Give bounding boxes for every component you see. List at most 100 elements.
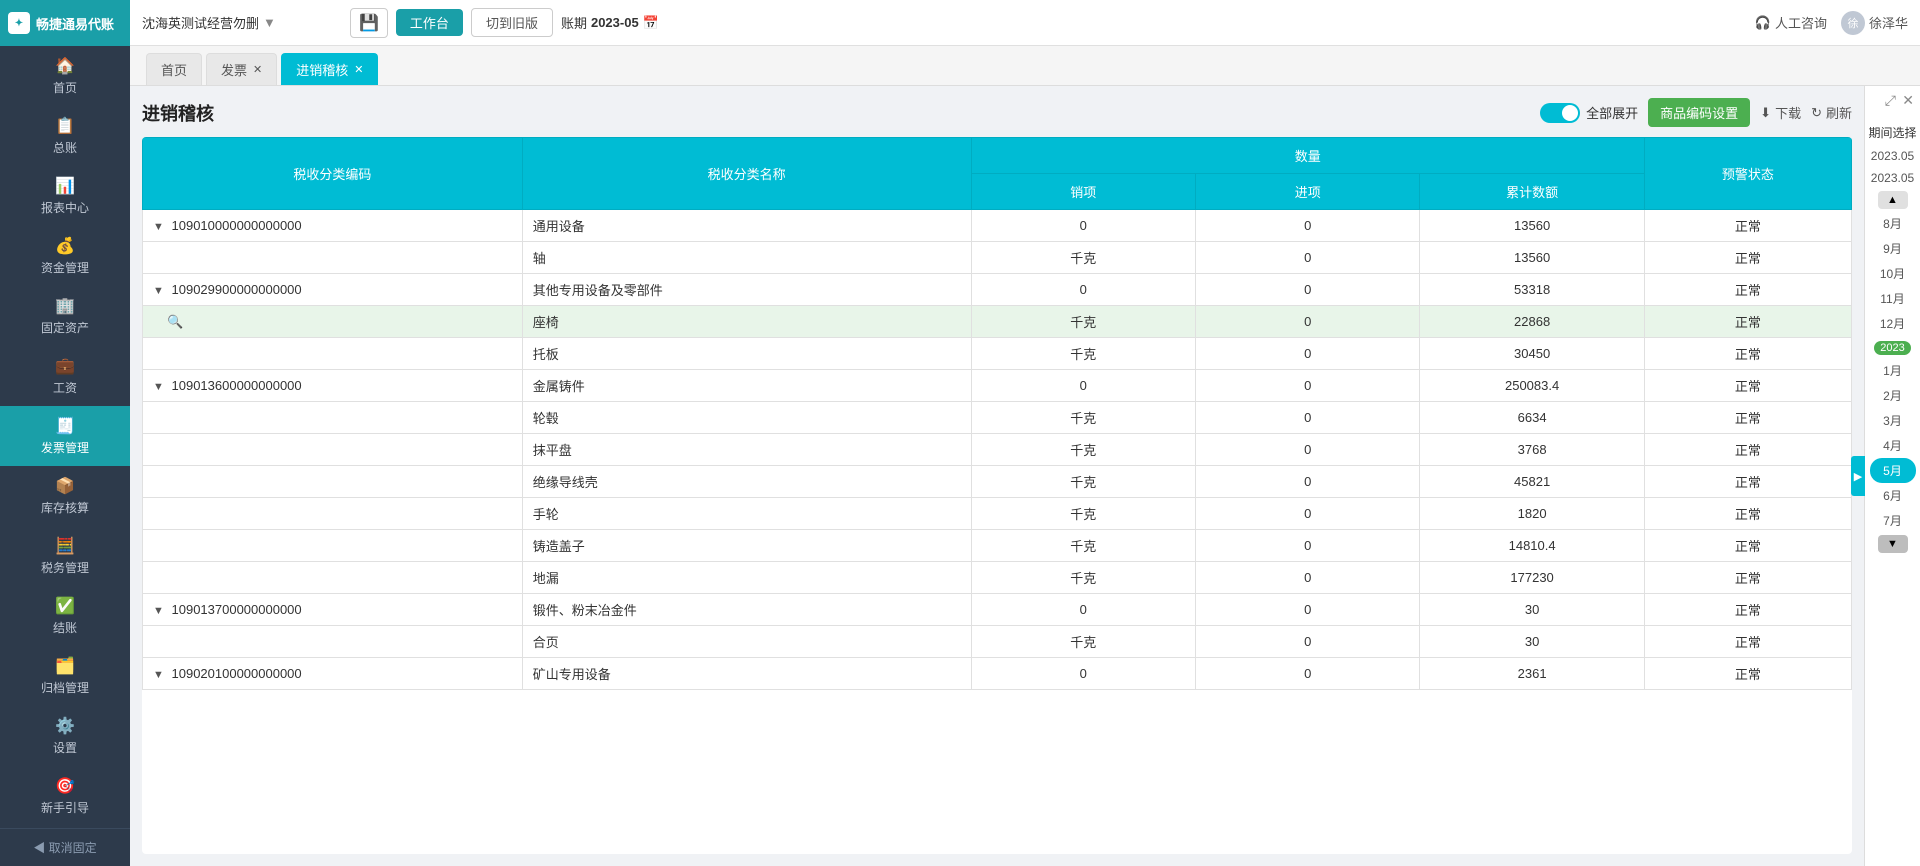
download-button[interactable]: ⬇ 下载 bbox=[1760, 103, 1801, 122]
cell-total: 1820 bbox=[1420, 498, 1644, 530]
period-item[interactable]: 6月 bbox=[1870, 483, 1916, 508]
cell-total: 6634 bbox=[1420, 402, 1644, 434]
page-title: 进销稽核 bbox=[142, 100, 214, 126]
expand-icon[interactable]: ▼ bbox=[153, 221, 164, 233]
period-item[interactable]: 2月 bbox=[1870, 383, 1916, 408]
table-row: 托板 千克 0 30450 正常 bbox=[143, 338, 1852, 370]
tab-purchase-sales-check-close[interactable]: ✕ bbox=[354, 63, 363, 76]
table-row: ▼ 109013600000000000 金属铸件 0 0 250083.4 正… bbox=[143, 370, 1852, 402]
tab-invoice[interactable]: 发票 ✕ bbox=[206, 53, 277, 85]
company-selector[interactable]: 沈海英测试经营勿删 ▼ bbox=[142, 13, 342, 32]
col-sales: 销项 bbox=[971, 174, 1195, 210]
product-code-settings-button[interactable]: 商品编码设置 bbox=[1648, 98, 1750, 127]
period-item[interactable]: 2023.05 bbox=[1870, 145, 1916, 167]
panel-toggle-button[interactable]: ▶ bbox=[1851, 456, 1865, 496]
cell-sales: 0 bbox=[1196, 530, 1420, 562]
sidebar-item-closing[interactable]: ✅ 结账 bbox=[0, 586, 130, 646]
period-item[interactable]: 9月 bbox=[1870, 236, 1916, 261]
cell-total: 45821 bbox=[1420, 466, 1644, 498]
cell-tax-code bbox=[143, 498, 523, 530]
period-item-active[interactable]: 5月 bbox=[1870, 458, 1916, 483]
period-panel-label: 期间选择 bbox=[1868, 120, 1916, 145]
period-item[interactable]: 3月 bbox=[1870, 408, 1916, 433]
cell-status: 正常 bbox=[1644, 434, 1851, 466]
period-item[interactable]: 11月 bbox=[1870, 286, 1916, 311]
period-item[interactable]: 10月 bbox=[1870, 261, 1916, 286]
fixed-assets-icon: 🏢 bbox=[55, 296, 75, 316]
cell-total: 250083.4 bbox=[1420, 370, 1644, 402]
sidebar-item-tax-management[interactable]: 🧮 税务管理 bbox=[0, 526, 130, 586]
cell-sales: 0 bbox=[1196, 434, 1420, 466]
tab-purchase-sales-check[interactable]: 进销稽核 ✕ bbox=[281, 53, 378, 85]
period-item[interactable]: 8月 bbox=[1870, 211, 1916, 236]
cell-tax-code: ▼ 109010000000000000 bbox=[143, 210, 523, 242]
avatar: 徐 bbox=[1841, 11, 1865, 35]
cell-total: 2361 bbox=[1420, 658, 1644, 690]
switch-old-version-button[interactable]: 切到旧版 bbox=[471, 8, 553, 37]
logo-icon: ✦ bbox=[8, 12, 30, 34]
period-item[interactable]: 4月 bbox=[1870, 433, 1916, 458]
period-scroll-up-button[interactable]: ▲ bbox=[1878, 191, 1908, 209]
calendar-icon[interactable]: 📅 bbox=[643, 15, 659, 31]
refresh-icon: ↻ bbox=[1811, 105, 1822, 121]
period-item[interactable]: 12月 bbox=[1870, 311, 1916, 336]
service-icon: 🎧 bbox=[1755, 15, 1771, 31]
logo-text: 畅捷通易代账 bbox=[36, 14, 114, 33]
sidebar-item-archive[interactable]: 🗂️ 归档管理 bbox=[0, 646, 130, 706]
sidebar-item-guide[interactable]: 🎯 新手引导 bbox=[0, 766, 130, 826]
period-item[interactable]: 1月 bbox=[1870, 358, 1916, 383]
app-logo: ✦ 畅捷通易代账 bbox=[0, 0, 130, 46]
sidebar-unpin-button[interactable]: ◀ 取消固定 bbox=[0, 828, 130, 866]
col-status: 预警状态 bbox=[1644, 138, 1851, 210]
period-item[interactable]: 7月 bbox=[1870, 508, 1916, 533]
cell-status: 正常 bbox=[1644, 658, 1851, 690]
panel-expand-button[interactable]: ⤢ bbox=[1885, 92, 1896, 109]
cell-status: 正常 bbox=[1644, 530, 1851, 562]
save-draft-button[interactable]: 💾 bbox=[350, 8, 388, 38]
sidebar-item-general-ledger[interactable]: 📋 总账 bbox=[0, 106, 130, 166]
download-icon: ⬇ bbox=[1760, 105, 1771, 121]
cell-status: 正常 bbox=[1644, 626, 1851, 658]
search-icon[interactable]: 🔍 bbox=[167, 314, 183, 329]
sidebar-item-settings[interactable]: ⚙️ 设置 bbox=[0, 706, 130, 766]
cell-tax-code: ▼ 109013700000000000 bbox=[143, 594, 523, 626]
tabbar: 首页 发票 ✕ 进销稽核 ✕ bbox=[130, 46, 1920, 86]
expand-icon[interactable]: ▼ bbox=[153, 669, 164, 681]
sidebar-item-label: 库存核算 bbox=[41, 499, 89, 516]
col-quantity-group: 数量 bbox=[971, 138, 1644, 174]
sidebar-item-home[interactable]: 🏠 首页 bbox=[0, 46, 130, 106]
cell-unit: 千克 bbox=[971, 306, 1195, 338]
sidebar-item-fixed-assets[interactable]: 🏢 固定资产 bbox=[0, 286, 130, 346]
sidebar-item-invoice-management[interactable]: 🧾 发票管理 bbox=[0, 406, 130, 466]
sidebar-item-report-center[interactable]: 📊 报表中心 bbox=[0, 166, 130, 226]
sidebar-item-inventory[interactable]: 📦 库存核算 bbox=[0, 466, 130, 526]
cell-status: 正常 bbox=[1644, 274, 1851, 306]
workbench-button[interactable]: 工作台 bbox=[396, 9, 463, 36]
sidebar-item-fund-management[interactable]: 💰 资金管理 bbox=[0, 226, 130, 286]
cell-unit: 千克 bbox=[971, 338, 1195, 370]
expand-icon[interactable]: ▼ bbox=[153, 605, 164, 617]
cell-purchase: 0 bbox=[1196, 210, 1420, 242]
tab-home[interactable]: 首页 bbox=[146, 53, 202, 85]
expand-toggle[interactable] bbox=[1540, 103, 1580, 123]
sidebar-item-salary[interactable]: 💼 工资 bbox=[0, 346, 130, 406]
data-table-wrap: 税收分类编码 税收分类名称 数量 预警状态 销项 进项 累计数额 bbox=[142, 137, 1852, 854]
user-menu[interactable]: 徐 徐泽华 bbox=[1841, 11, 1908, 35]
table-row: ▼ 109029900000000000 其他专用设备及零部件 0 0 5331… bbox=[143, 274, 1852, 306]
cell-total: 53318 bbox=[1420, 274, 1644, 306]
table-row: 轴 千克 0 13560 正常 bbox=[143, 242, 1852, 274]
cell-tax-name: 铸造盖子 bbox=[522, 530, 971, 562]
cell-tax-name: 通用设备 bbox=[522, 210, 971, 242]
period-item[interactable]: 2023.05 bbox=[1870, 167, 1916, 189]
expand-icon[interactable]: ▼ bbox=[153, 285, 164, 297]
sidebar-item-label: 首页 bbox=[53, 79, 77, 96]
period-scroll-down-button[interactable]: ▼ bbox=[1878, 535, 1908, 553]
refresh-button[interactable]: ↻ 刷新 bbox=[1811, 103, 1852, 122]
tab-invoice-close[interactable]: ✕ bbox=[253, 63, 262, 76]
cell-sales: 0 bbox=[971, 658, 1195, 690]
refresh-label: 刷新 bbox=[1826, 103, 1852, 122]
expand-icon[interactable]: ▼ bbox=[153, 381, 164, 393]
panel-close-button[interactable]: ✕ bbox=[1902, 92, 1914, 109]
service-button[interactable]: 🎧 人工咨询 bbox=[1755, 13, 1827, 32]
period-display: 账期 2023-05 📅 bbox=[561, 13, 659, 32]
